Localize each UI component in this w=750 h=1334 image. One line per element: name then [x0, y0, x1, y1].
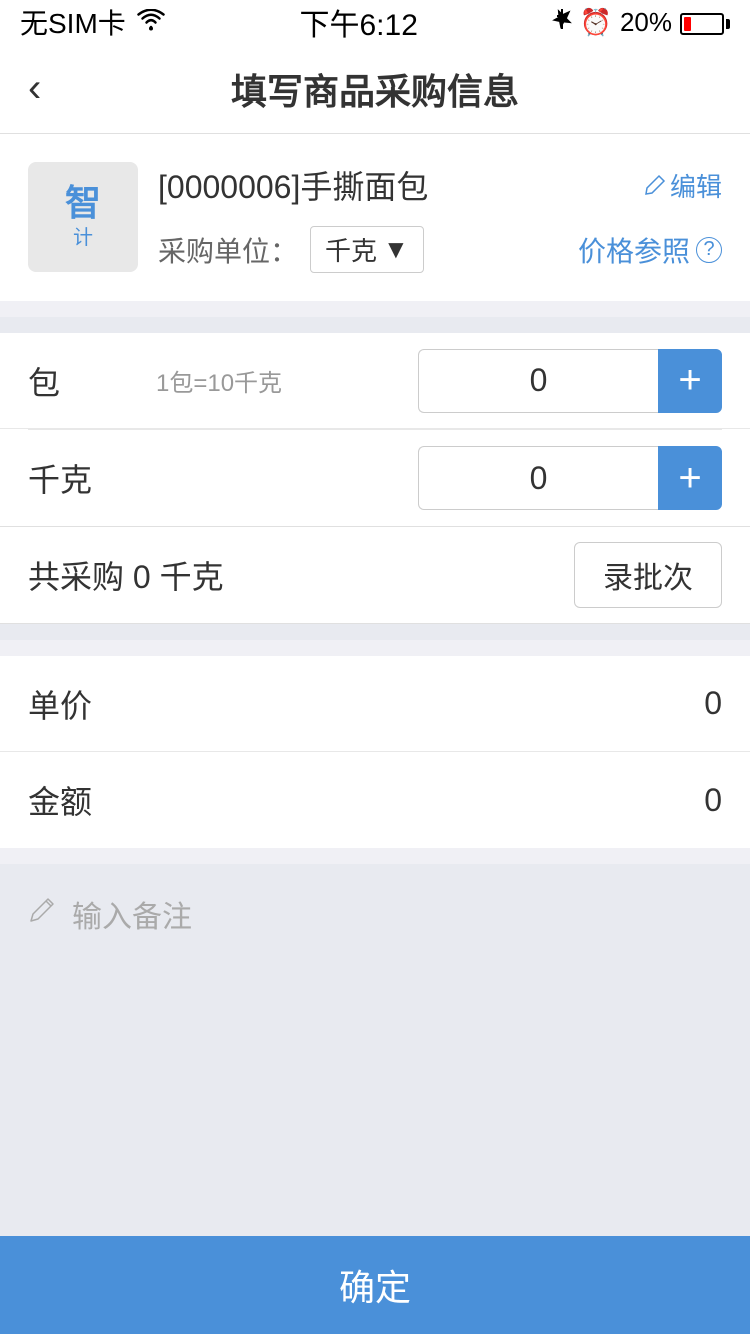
dropdown-arrow-icon: ▼ — [383, 234, 409, 265]
status-bar: 无SIM卡 下午6:12 ⏰ 20% — [0, 0, 750, 44]
product-logo-bottom: 计 — [73, 221, 93, 250]
purchase-unit-label: 采购单位： — [158, 230, 298, 270]
sim-label: 无SIM卡 — [20, 2, 126, 42]
bao-label: 包 — [28, 358, 148, 404]
product-name: [0000006]手撕面包 — [158, 162, 428, 208]
status-time: 下午6:12 — [299, 0, 417, 44]
price-ref-label: 价格参照 — [578, 230, 690, 270]
purchase-unit-row: 采购单位： 千克 ▼ 价格参照 ? — [158, 226, 722, 273]
section-divider-1 — [0, 317, 750, 333]
batch-button[interactable]: 录批次 — [574, 542, 722, 608]
amount-value: 0 — [704, 782, 722, 819]
status-right: ⏰ 20% — [552, 7, 730, 38]
product-name-row: [0000006]手撕面包 编辑 — [158, 162, 722, 208]
bao-input-wrap: + — [282, 349, 722, 413]
purchase-unit-left: 采购单位： 千克 ▼ — [158, 226, 424, 273]
summary-text: 共采购 0 千克 — [28, 552, 224, 598]
amount-row: 金额 0 — [0, 752, 750, 848]
qianke-row: 千克 + — [0, 430, 750, 526]
bao-sublabel: 1包=10千克 — [156, 363, 282, 398]
status-left: 无SIM卡 — [20, 2, 166, 42]
pencil-icon — [28, 896, 56, 932]
unit-price-value: 0 — [704, 685, 722, 722]
price-section: 单价 0 金额 0 — [0, 656, 750, 848]
bao-plus-button[interactable]: + — [658, 349, 722, 413]
qianke-input-wrap: + — [148, 446, 722, 510]
amount-label: 金额 — [28, 777, 92, 823]
unit-select[interactable]: 千克 ▼ — [310, 226, 424, 273]
input-section: 包 1包=10千克 + 千克 + — [0, 333, 750, 526]
price-ref-button[interactable]: 价格参照 ? — [578, 230, 722, 270]
note-placeholder: 输入备注 — [72, 892, 192, 936]
summary-row: 共采购 0 千克 录批次 — [0, 527, 750, 623]
unit-price-label: 单价 — [28, 681, 92, 727]
product-image: 智 计 — [28, 162, 138, 272]
section-divider-2 — [0, 624, 750, 640]
product-info: [0000006]手撕面包 编辑 采购单位： 千克 ▼ 价格参照 ? — [158, 162, 722, 273]
qianke-plus-button[interactable]: + — [658, 446, 722, 510]
battery-percent: 20% — [620, 7, 672, 38]
qianke-input[interactable] — [418, 446, 658, 510]
info-icon: ? — [696, 237, 722, 263]
edit-label: 编辑 — [670, 167, 722, 204]
battery-icon — [680, 7, 730, 38]
product-logo-top: 智 — [65, 185, 101, 221]
edit-button[interactable]: 编辑 — [644, 167, 722, 204]
confirm-button[interactable]: 确定 — [0, 1236, 750, 1334]
nav-bar: ‹ 填写商品采购信息 — [0, 44, 750, 134]
location-icon — [552, 7, 572, 38]
product-card: 智 计 [0000006]手撕面包 编辑 采购单位： 千克 ▼ 价格参照 — [0, 134, 750, 301]
page-title: 填写商品采购信息 — [231, 63, 519, 115]
unit-value: 千克 — [325, 231, 377, 268]
alarm-icon: ⏰ — [580, 7, 612, 38]
note-section[interactable]: 输入备注 — [0, 864, 750, 964]
back-button[interactable]: ‹ — [28, 66, 41, 111]
unit-price-row: 单价 0 — [0, 656, 750, 752]
wifi-icon — [136, 6, 166, 38]
bao-row: 包 1包=10千克 + — [0, 333, 750, 429]
bao-input[interactable] — [418, 349, 658, 413]
qianke-label: 千克 — [28, 455, 148, 501]
